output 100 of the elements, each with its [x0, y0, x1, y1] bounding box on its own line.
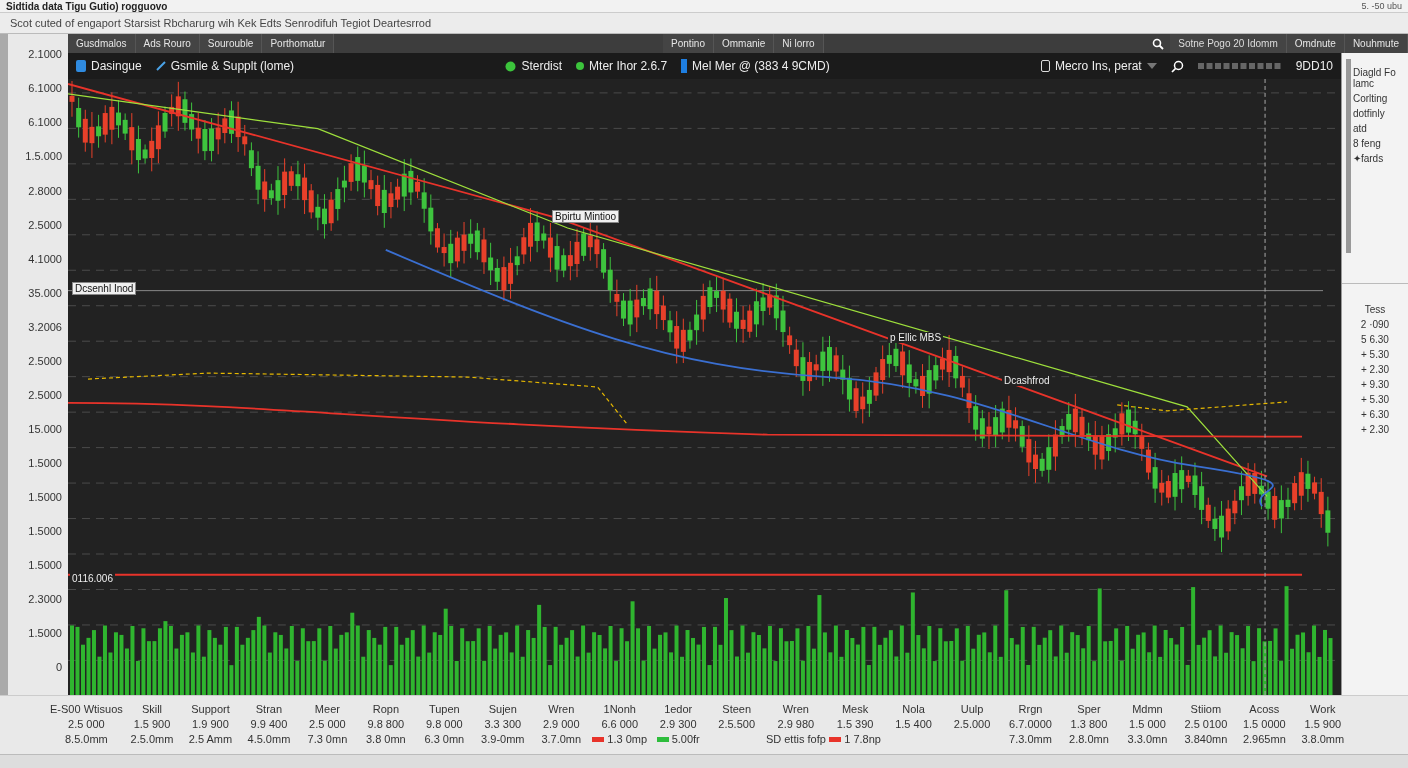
dropdown[interactable]: Mecro Ins, perat	[1040, 59, 1157, 73]
panel-item[interactable]: 8 feng	[1352, 138, 1408, 149]
x-axis-value: 9.8 800	[367, 718, 405, 730]
panel-title: Tess	[1364, 304, 1386, 315]
x-axis-subvalue: 6.3 0mn	[424, 733, 465, 745]
x-axis-label: Stran	[255, 703, 283, 715]
x-axis-label: Sujen	[488, 703, 517, 715]
x-axis-value: 6.7.0000	[1009, 718, 1052, 730]
x-axis-subvalue: 5.00fr	[671, 733, 700, 745]
x-axis-value: 1.5 390	[836, 718, 874, 730]
y-axis-label: 0	[55, 660, 62, 673]
search-field[interactable]: Sotne Pogo 20 Idomm	[1170, 34, 1287, 53]
x-axis-value: 1.5 900	[133, 718, 171, 730]
count-label: 9DD10	[1295, 59, 1333, 73]
status-icon	[505, 60, 517, 72]
x-axis-value: 9.8 000	[425, 718, 463, 730]
y-axis-label: 2.5000	[28, 218, 62, 231]
dot-icon	[576, 62, 585, 70]
panel-item[interactable]: Diagld Fo lamc	[1352, 67, 1408, 89]
x-axis-label: Mdmn	[1132, 703, 1163, 715]
x-axis-label: Ropn	[372, 703, 399, 715]
panel-value: + 2.30	[1360, 364, 1390, 375]
chart-annotation: Dcashfrod	[1002, 375, 1052, 386]
scrollbar[interactable]	[1346, 59, 1351, 253]
y-axis-label: 2.5000	[28, 388, 62, 401]
toolbar-button[interactable]: Ommanie	[714, 34, 775, 53]
x-axis-subvalue: 1.3 0mp	[607, 733, 648, 745]
indicator-label: Mter Ihor 2.6.7	[589, 59, 668, 73]
toolbar-button[interactable]: Ni lorro	[774, 34, 824, 53]
x-axis-value: 1.5 900	[1304, 718, 1342, 730]
x-axis-value: 2.5 000	[68, 718, 105, 730]
x-axis-subvalue: 2.5 Amm	[188, 733, 233, 745]
panel-item[interactable]: dotfinly	[1352, 108, 1408, 119]
panel-item[interactable]: ✦fards	[1352, 153, 1408, 164]
window-corner-text: 5. -50 ubu	[1361, 1, 1402, 11]
panel-item[interactable]: atd	[1352, 123, 1408, 134]
x-axis-subvalue: 2.965mn	[1242, 733, 1286, 745]
symbol-label: Dasingue	[91, 59, 142, 73]
panel-value: + 6.30	[1360, 409, 1390, 420]
toolbar-button[interactable]: Sourouble	[199, 34, 263, 53]
x-axis-value: 6.6 000	[601, 718, 639, 730]
y-axis-label: 15.000	[28, 422, 62, 435]
status-label: Sterdist	[521, 59, 563, 73]
y-axis-label: 1.5000	[28, 524, 62, 537]
y-axis-label: 1.5000	[28, 456, 62, 469]
x-axis-value: 2.5 0100	[1184, 718, 1228, 730]
x-axis-label: Nola	[902, 703, 925, 715]
x-axis-value: 1.3 800	[1070, 718, 1108, 730]
panel-item[interactable]: Corlting	[1352, 93, 1408, 104]
panel-value: 5 6.30	[1361, 334, 1389, 345]
x-axis-label: Wren	[782, 703, 809, 715]
x-axis-label: Steen	[722, 703, 752, 715]
x-axis-subvalue: 2.5.0mm	[130, 733, 174, 745]
x-axis-label: Wren	[548, 703, 575, 715]
search-icon[interactable]	[1170, 59, 1184, 73]
x-axis-subvalue: 3.8.0mm	[1301, 733, 1345, 745]
y-axis-label: 2.5000	[28, 354, 62, 367]
toolbar-button[interactable]: Nouhmute	[1344, 34, 1408, 53]
x-axis-value: 1.9 900	[192, 718, 229, 730]
pen-icon	[155, 61, 166, 71]
y-axis-label: 1.5.000	[25, 150, 62, 163]
measure-label: Mel Mer @ (383 4 9CMD)	[692, 59, 830, 73]
x-axis-label: Sper	[1077, 703, 1101, 715]
x-axis-subvalue: 4.5.0mm	[247, 733, 291, 745]
x-axis-subvalue: 8.5.0mm	[64, 733, 108, 745]
x-axis-value: 2.9 980	[777, 718, 815, 730]
toolbar-button[interactable]: Porthomatur	[262, 34, 335, 53]
y-axis-label: 3.2006	[28, 320, 62, 333]
chart-annotation: p Ellic MBS	[888, 332, 944, 343]
x-axis-subvalue: 3.3.0mn	[1127, 733, 1168, 745]
y-axis-label: 1.5000	[28, 626, 62, 639]
phone-icon	[1040, 60, 1050, 72]
x-axis-value: 1.5 0000	[1242, 718, 1286, 730]
bar-icon	[681, 59, 688, 73]
y-axis-label: 6.1000	[28, 82, 62, 95]
toolbar-button[interactable]: Pontino	[663, 34, 714, 53]
y-axis-label: 6.1000	[28, 116, 62, 129]
search-icon[interactable]	[1152, 37, 1165, 50]
x-axis-subvalue: 3.840mn	[1184, 733, 1228, 745]
x-axis-label: Stiiom	[1190, 703, 1222, 715]
y-axis-label: 4.1000	[28, 252, 62, 265]
chart-annotation: 0116.006	[70, 573, 115, 584]
panel-value: + 2.30	[1360, 424, 1390, 435]
y-axis-label: 1.5000	[28, 558, 62, 571]
toolbar-button[interactable]: Omdnute	[1286, 34, 1345, 53]
x-axis-label: Support	[191, 703, 230, 715]
toolbar-button[interactable]: Gusdmalos	[68, 34, 136, 53]
x-axis-value: 2.5.000	[953, 718, 991, 730]
x-axis-label: Uulp	[960, 703, 984, 715]
caret-icon	[1146, 63, 1157, 69]
x-axis-value: 2.9 300	[659, 718, 697, 730]
panel-value: + 5.30	[1360, 349, 1390, 360]
x-axis-value: 1.5 400	[895, 718, 932, 730]
toolbar-button[interactable]: Ads Rouro	[135, 34, 200, 53]
panel-value: + 5.30	[1360, 394, 1390, 405]
y-axis-label: 2.3000	[28, 592, 62, 605]
x-axis-label: 1edor	[664, 703, 693, 715]
x-axis-subvalue: 3.9-0mm	[481, 733, 525, 745]
x-axis-label: Work	[1310, 703, 1336, 715]
x-axis-value: 1.5 000	[1129, 718, 1166, 730]
